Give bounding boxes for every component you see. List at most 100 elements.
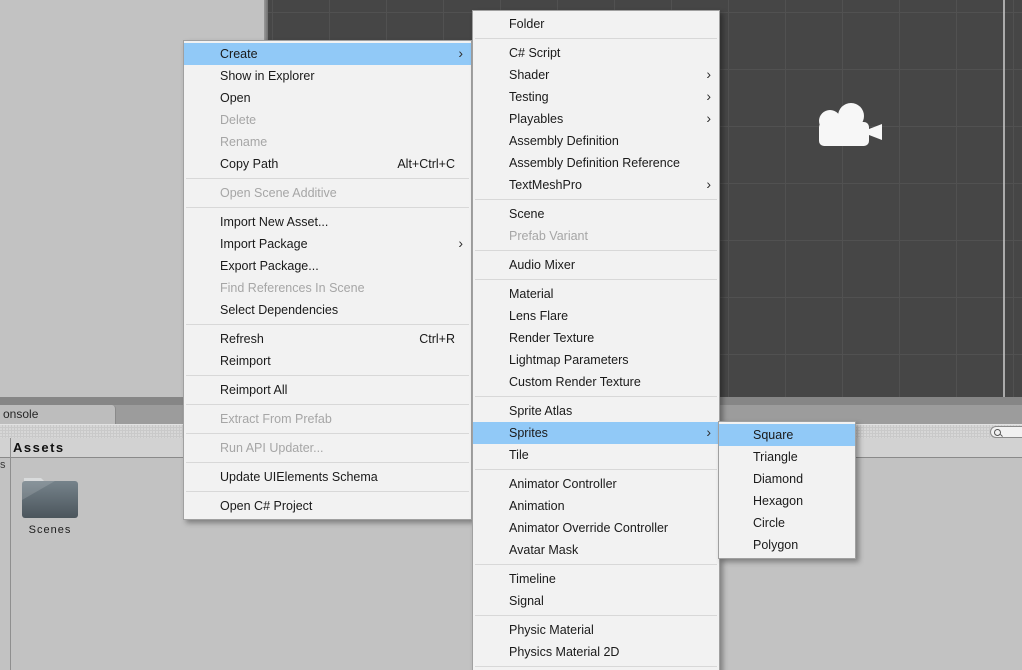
folder-label: Scenes	[28, 524, 72, 536]
menu-item-label: Delete	[220, 113, 257, 127]
tab-console[interactable]: onsole	[0, 405, 116, 424]
breadcrumb-assets-label[interactable]: Assets	[13, 440, 65, 455]
menu-item-import-new-asset[interactable]: Import New Asset...	[184, 211, 471, 233]
menu-item-label: Material	[509, 287, 554, 301]
chevron-right-icon: ›	[458, 45, 463, 61]
chevron-right-icon: ›	[706, 176, 711, 192]
camera-icon[interactable]	[817, 103, 885, 149]
menu-separator	[475, 666, 717, 667]
menu-item-label: Assembly Definition Reference	[509, 156, 680, 170]
menu-item-prefab-variant: Prefab Variant	[473, 225, 719, 247]
menu-item-label: Physics Material 2D	[509, 645, 620, 659]
menu-item-copy-path[interactable]: Copy Path Alt+Ctrl+C	[184, 153, 471, 175]
menu-separator	[475, 250, 717, 251]
search-input[interactable]	[990, 426, 1022, 438]
menu-item-circle[interactable]: Circle	[719, 512, 855, 534]
menu-item-reimport[interactable]: Reimport	[184, 350, 471, 372]
menu-separator	[475, 564, 717, 565]
menu-item-animator-override-controller[interactable]: Animator Override Controller	[473, 517, 719, 539]
menu-item-reimport-all[interactable]: Reimport All	[184, 379, 471, 401]
menu-separator	[475, 469, 717, 470]
menu-item-lens-flare[interactable]: Lens Flare	[473, 305, 719, 327]
menu-item-physics-material-2d[interactable]: Physics Material 2D	[473, 641, 719, 663]
menu-item-label: Refresh	[220, 332, 264, 346]
menu-separator	[475, 199, 717, 200]
unity-editor-window: onsole Assets s Scenes Create › Show in …	[0, 0, 1022, 670]
menu-item-label: Assembly Definition	[509, 134, 619, 148]
menu-item-tile[interactable]: Tile	[473, 444, 719, 466]
menu-item-render-texture[interactable]: Render Texture	[473, 327, 719, 349]
project-tree-item-fragment: s	[0, 459, 6, 471]
menu-item-testing[interactable]: Testing ›	[473, 86, 719, 108]
menu-item-custom-render-texture[interactable]: Custom Render Texture	[473, 371, 719, 393]
menu-item-audio-mixer[interactable]: Audio Mixer	[473, 254, 719, 276]
menu-item-label: Find References In Scene	[220, 281, 365, 295]
menu-item-label: Sprites	[509, 426, 548, 440]
menu-item-open[interactable]: Open	[184, 87, 471, 109]
menu-item-label: Signal	[509, 594, 544, 608]
chevron-right-icon: ›	[706, 424, 711, 440]
menu-separator	[186, 404, 469, 405]
menu-item-assembly-definition-reference[interactable]: Assembly Definition Reference	[473, 152, 719, 174]
menu-item-avatar-mask[interactable]: Avatar Mask	[473, 539, 719, 561]
menu-item-material[interactable]: Material	[473, 283, 719, 305]
menu-item-open-c-project[interactable]: Open C# Project	[184, 495, 471, 517]
menu-item-triangle[interactable]: Triangle	[719, 446, 855, 468]
menu-item-folder[interactable]: Folder	[473, 13, 719, 35]
scene-grid-axis-line	[1003, 0, 1005, 397]
menu-item-label: Audio Mixer	[509, 258, 575, 272]
menu-item-label: Animation	[509, 499, 565, 513]
menu-item-label: Polygon	[753, 538, 799, 552]
menu-item-label: Folder	[509, 17, 545, 31]
menu-separator	[475, 279, 717, 280]
menu-item-hexagon[interactable]: Hexagon	[719, 490, 855, 512]
asset-folder-scenes[interactable]: Scenes	[14, 472, 86, 536]
folder-icon	[14, 472, 86, 520]
project-tree-splitter[interactable]	[10, 438, 11, 670]
menu-separator	[186, 462, 469, 463]
menu-item-polygon[interactable]: Polygon	[719, 534, 855, 556]
menu-item-diamond[interactable]: Diamond	[719, 468, 855, 490]
menu-item-label: Extract From Prefab	[220, 412, 332, 426]
menu-item-label: Open C# Project	[220, 499, 313, 513]
menu-item-label: Circle	[753, 516, 785, 530]
menu-item-animation[interactable]: Animation	[473, 495, 719, 517]
menu-item-refresh[interactable]: Refresh Ctrl+R	[184, 328, 471, 350]
menu-item-square[interactable]: Square	[719, 424, 855, 446]
menu-item-label: Sprite Atlas	[509, 404, 573, 418]
menu-item-label: Show in Explorer	[220, 69, 315, 83]
menu-item-label: TextMeshPro	[509, 178, 582, 192]
menu-item-assembly-definition[interactable]: Assembly Definition	[473, 130, 719, 152]
menu-separator	[186, 178, 469, 179]
menu-item-playables[interactable]: Playables ›	[473, 108, 719, 130]
menu-item-import-package[interactable]: Import Package ›	[184, 233, 471, 255]
menu-separator	[186, 433, 469, 434]
menu-item-scene[interactable]: Scene	[473, 203, 719, 225]
menu-item-label: Open	[220, 91, 251, 105]
menu-item-signal[interactable]: Signal	[473, 590, 719, 612]
menu-item-show-in-explorer[interactable]: Show in Explorer	[184, 65, 471, 87]
menu-item-delete: Delete	[184, 109, 471, 131]
menu-item-textmeshpro[interactable]: TextMeshPro ›	[473, 174, 719, 196]
menu-item-c-script[interactable]: C# Script	[473, 42, 719, 64]
menu-item-create[interactable]: Create ›	[184, 43, 471, 65]
menu-item-shader[interactable]: Shader ›	[473, 64, 719, 86]
chevron-right-icon: ›	[706, 66, 711, 82]
menu-item-lightmap-parameters[interactable]: Lightmap Parameters	[473, 349, 719, 371]
menu-item-label: Shader	[509, 68, 550, 82]
menu-item-sprite-atlas[interactable]: Sprite Atlas	[473, 400, 719, 422]
context-menu: Create › Show in Explorer Open Delete Rename C…	[183, 40, 472, 520]
menu-item-run-api-updater: Run API Updater...	[184, 437, 471, 459]
menu-item-sprites[interactable]: Sprites ›	[473, 422, 719, 444]
menu-item-animator-controller[interactable]: Animator Controller	[473, 473, 719, 495]
menu-item-timeline[interactable]: Timeline	[473, 568, 719, 590]
menu-item-label: Reimport	[220, 354, 271, 368]
menu-item-update-uielements-schema[interactable]: Update UIElements Schema	[184, 466, 471, 488]
menu-item-export-package[interactable]: Export Package...	[184, 255, 471, 277]
menu-item-open-scene-additive: Open Scene Additive	[184, 182, 471, 204]
menu-separator	[186, 207, 469, 208]
menu-item-select-dependencies[interactable]: Select Dependencies	[184, 299, 471, 321]
menu-item-physic-material[interactable]: Physic Material	[473, 619, 719, 641]
menu-item-label: Create	[220, 47, 258, 61]
menu-item-label: Export Package...	[220, 259, 319, 273]
